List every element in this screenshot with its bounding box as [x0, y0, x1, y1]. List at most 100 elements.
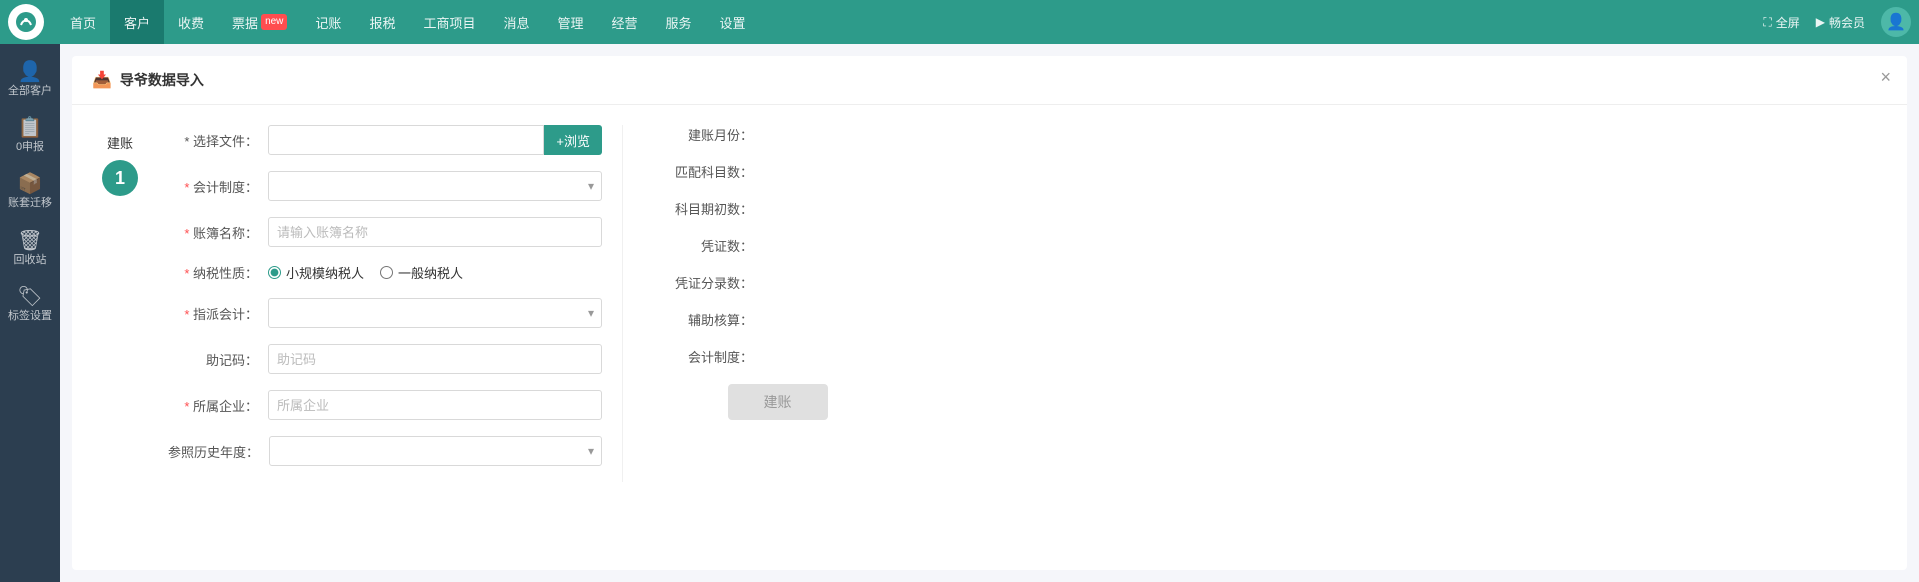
- sidebar-label: 回收站: [14, 254, 47, 267]
- file-input-wrap: +浏览: [268, 125, 602, 155]
- import-dialog: 📥 导爷数据导入 × 建账 1 * 选择文件：: [72, 56, 1907, 570]
- step-indicator: 建账 1: [102, 125, 138, 482]
- tax-type-general-label: 一般纳税人: [398, 263, 463, 282]
- history-year-select-wrap: ▾: [269, 436, 602, 466]
- file-select-row: * 选择文件： +浏览: [168, 125, 602, 155]
- info-accounting-system-row: 会计制度：: [653, 347, 902, 366]
- tax-type-general-option[interactable]: 一般纳税人: [380, 263, 463, 282]
- sidebar-label: 标签设置: [8, 310, 52, 323]
- nav-item-消息[interactable]: 消息: [489, 0, 543, 44]
- accountant-select-wrap: ▾: [268, 298, 602, 328]
- fullscreen-icon: ⛶: [1763, 15, 1771, 30]
- sidebar-icon: 🏷: [17, 287, 42, 307]
- match-subjects-row: 匹配科目数：: [653, 162, 902, 181]
- nav-item-客户[interactable]: 客户: [110, 0, 164, 44]
- dialog-header: 📥 导爷数据导入: [72, 56, 1907, 105]
- fullscreen-button[interactable]: ⛶ 全屏: [1763, 14, 1799, 31]
- nav-badge-票据: new: [261, 14, 287, 30]
- ledger-name-row: 账簿名称：: [168, 217, 602, 247]
- accountant-label: 指派会计：: [168, 304, 258, 323]
- sidebar-icon: 📦: [18, 174, 43, 194]
- user-avatar[interactable]: 👤: [1881, 7, 1911, 37]
- form-fields: * 选择文件： +浏览 会计制度：: [168, 125, 602, 482]
- tax-type-small-option[interactable]: 小规模纳税人: [268, 263, 364, 282]
- tax-type-small-label: 小规模纳税人: [286, 263, 364, 282]
- tax-type-general-radio[interactable]: [380, 266, 393, 279]
- accountant-row: 指派会计： ▾: [168, 298, 602, 328]
- accounting-system-select[interactable]: [268, 171, 602, 201]
- build-month-label: 建账月份：: [653, 125, 753, 144]
- step-circle: 1: [102, 160, 138, 196]
- nav-item-收费[interactable]: 收费: [164, 0, 218, 44]
- step-label: 建账: [107, 133, 133, 152]
- dialog-close-button[interactable]: ×: [1880, 68, 1891, 86]
- period-init-label: 科目期初数：: [653, 199, 753, 218]
- nav-item-记账[interactable]: 记账: [301, 0, 355, 44]
- app-logo: [8, 4, 44, 40]
- accountant-select[interactable]: [268, 298, 602, 328]
- company-input[interactable]: [268, 390, 602, 420]
- company-label: 所属企业：: [168, 396, 258, 415]
- accounting-system-row: 会计制度： ▾: [168, 171, 602, 201]
- aux-accounting-row: 辅助核算：: [653, 310, 902, 329]
- dialog-title: 导爷数据导入: [120, 70, 204, 90]
- tax-type-row: 纳税性质： 小规模纳税人 一般纳税人: [168, 263, 602, 282]
- match-subjects-label: 匹配科目数：: [653, 162, 753, 181]
- nav-item-经营[interactable]: 经营: [598, 0, 652, 44]
- memo-row: 助记码：: [168, 344, 602, 374]
- top-navigation: 首页客户收费票据new记账报税工商项目消息管理经营服务设置 ⛶ 全屏 ▶ 畅会员…: [0, 0, 1919, 44]
- sidebar-icon: 🗑: [17, 231, 42, 251]
- vip-button[interactable]: ▶ 畅会员: [1816, 14, 1865, 31]
- sidebar-item-标签设置[interactable]: 🏷 标签设置: [0, 277, 60, 333]
- dialog-header-icon: 📥: [92, 70, 112, 90]
- tax-type-small-radio[interactable]: [268, 266, 281, 279]
- nav-item-工商项目[interactable]: 工商项目: [409, 0, 489, 44]
- memo-label: 助记码：: [168, 350, 258, 369]
- info-accounting-system-label: 会计制度：: [653, 347, 753, 366]
- company-row: 所属企业：: [168, 390, 602, 420]
- sidebar-label: 0申报: [16, 141, 44, 154]
- sidebar-icon: 📋: [18, 118, 43, 138]
- vouchers-row: 凭证数：: [653, 236, 902, 255]
- sidebar-item-回收站[interactable]: 🗑 回收站: [0, 221, 60, 277]
- sidebar-item-账套迁移[interactable]: 📦账套迁移: [0, 164, 60, 220]
- vouchers-label: 凭证数：: [653, 236, 753, 255]
- period-init-row: 科目期初数：: [653, 199, 902, 218]
- sidebar-item-全部客户[interactable]: 👤 全部客户: [0, 52, 60, 108]
- avatar-icon: 👤: [1886, 12, 1906, 32]
- build-month-row: 建账月份：: [653, 125, 902, 144]
- memo-input[interactable]: [268, 344, 602, 374]
- build-account-button[interactable]: 建账: [728, 384, 828, 420]
- tax-type-radio-group: 小规模纳税人 一般纳税人: [268, 263, 602, 282]
- nav-item-票据[interactable]: 票据new: [218, 0, 301, 44]
- form-section: 建账 1 * 选择文件： +浏览: [102, 125, 602, 482]
- history-year-label: 参照历史年度：: [168, 442, 259, 461]
- accounting-system-label: 会计制度：: [168, 177, 258, 196]
- tax-type-label: 纳税性质：: [168, 263, 258, 282]
- nav-item-首页[interactable]: 首页: [56, 0, 110, 44]
- vip-icon: ▶: [1816, 15, 1825, 29]
- sidebar: 👤 全部客户 📋 0申报 📦账套迁移 🗑 回收站 🏷 标签设置: [0, 44, 60, 582]
- voucher-entries-label: 凭证分录数：: [653, 273, 753, 292]
- sidebar-icon: 👤: [18, 62, 43, 82]
- ledger-name-input[interactable]: [268, 217, 602, 247]
- content-area: 📥 导爷数据导入 × 建账 1 * 选择文件：: [60, 44, 1919, 582]
- file-text-input[interactable]: [268, 125, 544, 155]
- nav-item-报税[interactable]: 报税: [355, 0, 409, 44]
- accounting-system-select-wrap: ▾: [268, 171, 602, 201]
- main-layout: 👤 全部客户 📋 0申报 📦账套迁移 🗑 回收站 🏷 标签设置 📥 导爷数据导入 × 建账 1: [0, 44, 1919, 582]
- aux-accounting-label: 辅助核算：: [653, 310, 753, 329]
- history-year-row: 参照历史年度： ▾: [168, 436, 602, 466]
- history-year-select[interactable]: [269, 436, 602, 466]
- browse-button[interactable]: +浏览: [544, 125, 602, 155]
- nav-item-设置[interactable]: 设置: [706, 0, 760, 44]
- sidebar-label: 全部客户: [8, 85, 52, 98]
- nav-item-管理[interactable]: 管理: [543, 0, 597, 44]
- sidebar-item-0申报[interactable]: 📋 0申报: [0, 108, 60, 164]
- nav-item-服务[interactable]: 服务: [652, 0, 706, 44]
- nav-menu: 首页客户收费票据new记账报税工商项目消息管理经营服务设置: [56, 0, 1763, 44]
- info-section: 建账月份： 匹配科目数： 科目期初数： 凭证数：: [622, 125, 902, 482]
- vip-label: 畅会员: [1829, 14, 1865, 31]
- voucher-entries-row: 凭证分录数：: [653, 273, 902, 292]
- dialog-body: 建账 1 * 选择文件： +浏览: [72, 105, 1907, 502]
